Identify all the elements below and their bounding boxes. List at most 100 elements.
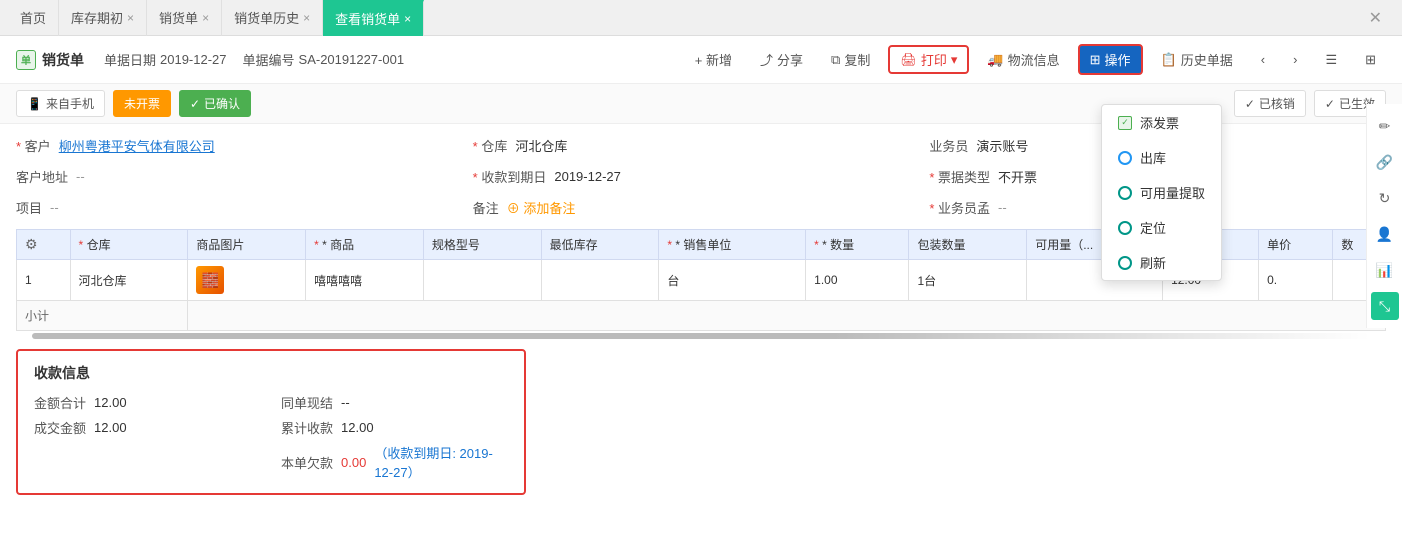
product-thumbnail: 🧱 xyxy=(196,266,224,294)
sidebar-data-icon[interactable]: 📊 xyxy=(1371,256,1399,284)
dropdown-refresh[interactable]: 刷新 xyxy=(1102,245,1221,280)
tab-inventory-label: 库存期初 xyxy=(71,8,123,27)
tab-sales-history-close[interactable]: × xyxy=(303,11,310,25)
window-close-button[interactable]: ✕ xyxy=(1357,8,1394,28)
col-spec: 规格型号 xyxy=(423,230,541,260)
confirm-button-label: 已确认 xyxy=(204,95,240,112)
warehouse-value: 河北仓库 xyxy=(515,136,567,155)
phone-icon: 📱 xyxy=(27,97,42,111)
copy-button-label: 复制 xyxy=(844,50,870,69)
col-settings[interactable]: ⚙ xyxy=(17,230,71,260)
sidebar-edit-icon[interactable]: ✏ xyxy=(1371,112,1399,140)
customer-label: 客户 xyxy=(16,136,51,155)
refresh-label: 刷新 xyxy=(1140,253,1166,272)
address-label: 客户地址 xyxy=(16,167,68,186)
sidebar-user-icon[interactable]: 👤 xyxy=(1371,220,1399,248)
invoice-status-button[interactable]: 未开票 xyxy=(113,90,171,117)
dropdown-quantity-fetch[interactable]: 可用量提取 xyxy=(1102,175,1221,210)
tab-home[interactable]: 首页 xyxy=(8,0,59,36)
dropdown-locate[interactable]: 定位 xyxy=(1102,210,1221,245)
settings-icon[interactable]: ⚙ xyxy=(25,236,38,252)
ops-button[interactable]: ⊞ 操作 xyxy=(1078,44,1143,75)
nav-prev-button[interactable]: ‹ xyxy=(1251,48,1275,71)
view-grid-button[interactable]: ⊞ xyxy=(1355,48,1386,72)
add-note-button[interactable]: ⊕ 添加备注 xyxy=(507,198,576,217)
nav-next-button[interactable]: › xyxy=(1283,48,1307,71)
settle-value: -- xyxy=(341,395,350,410)
tab-sales-history[interactable]: 销货单历史 × xyxy=(222,0,323,36)
history-icon: 📋 xyxy=(1161,52,1177,68)
payment-cumulative: 累计收款 12.00 xyxy=(281,418,508,437)
history-button-label: 历史单据 xyxy=(1181,50,1233,69)
right-sidebar: ✏ 🔗 ↻ 👤 📊 ⤡ xyxy=(1366,104,1402,328)
doc-number-label: 单据编号 SA-20191227-001 xyxy=(243,50,405,69)
cumulative-value: 12.00 xyxy=(341,420,374,435)
add-invoice-icon: ✓ xyxy=(1118,116,1132,130)
tab-inventory[interactable]: 库存期初 × xyxy=(59,0,147,36)
col-qty: * 数量 xyxy=(806,230,909,260)
cumulative-label: 累计收款 xyxy=(281,418,333,437)
view-list-button[interactable]: ☰ xyxy=(1315,48,1347,72)
sold-icon: ✓ xyxy=(1245,97,1255,111)
dropdown-add-invoice[interactable]: ✓ 添发票 xyxy=(1102,105,1221,140)
row-min-stock xyxy=(541,260,659,301)
copy-icon: ⧉ xyxy=(831,52,840,68)
subtotal-label: 小计 xyxy=(17,301,188,331)
share-icon: ⤴ xyxy=(760,50,773,69)
sidebar-refresh-icon[interactable]: ↻ xyxy=(1371,184,1399,212)
sales-staff-label: 业务员孟 xyxy=(929,198,990,217)
payment-grid: 金额合计 12.00 同单现结 -- 成交金额 12.00 累计收款 12.00… xyxy=(34,393,508,481)
payment-amount: 金额合计 12.00 xyxy=(34,393,261,412)
print-button-label: 打印 xyxy=(921,50,947,69)
tab-sales-close[interactable]: × xyxy=(202,11,209,25)
dropdown-warehouse-out[interactable]: 出库 xyxy=(1102,140,1221,175)
payment-due: 本单欠款 0.00 （收款到期日: 2019-12-27） xyxy=(281,443,508,481)
row-index: 1 xyxy=(17,260,71,301)
subtotal-row: 小计 xyxy=(17,301,1386,331)
tab-inventory-close[interactable]: × xyxy=(127,11,134,25)
payment-title: 收款信息 xyxy=(34,363,508,383)
due-note: （收款到期日: 2019-12-27） xyxy=(374,443,508,481)
print-button-wrapper: 🖨 打印 ▾ xyxy=(888,45,969,74)
tab-bar: 首页 库存期初 × 销货单 × 销货单历史 × 查看销货单 × ✕ xyxy=(0,0,1402,36)
quantity-fetch-label: 可用量提取 xyxy=(1140,183,1205,202)
confirm-button[interactable]: ✓ 已确认 xyxy=(179,90,251,117)
quantity-fetch-icon xyxy=(1118,186,1132,200)
address-value: -- xyxy=(76,169,85,184)
col-min-stock: 最低库存 xyxy=(541,230,659,260)
note-label: 备注 xyxy=(473,198,499,217)
sold-button-label: 已核销 xyxy=(1259,95,1295,112)
new-button-label: + 新增 xyxy=(695,50,732,69)
sidebar-expand-icon[interactable]: ⤡ xyxy=(1371,292,1399,320)
confirm-icon: ✓ xyxy=(190,97,200,111)
field-project: 项目 -- xyxy=(16,198,473,217)
doc-date-label: 单据日期 2019-12-27 xyxy=(104,50,227,69)
tab-view-sales[interactable]: 查看销货单 × xyxy=(323,0,424,36)
copy-button[interactable]: ⧉ 复制 xyxy=(821,46,880,73)
tab-view-sales-label: 查看销货单 xyxy=(335,9,400,28)
share-button[interactable]: ⤴ 分享 xyxy=(750,46,813,73)
logistics-button[interactable]: 🚚 物流信息 xyxy=(977,46,1069,73)
col-unit: * 销售单位 xyxy=(659,230,806,260)
customer-value[interactable]: 柳州粤港平安气体有限公司 xyxy=(59,136,215,155)
phone-button[interactable]: 📱 来自手机 xyxy=(16,90,105,117)
print-button[interactable]: 🖨 打印 ▾ xyxy=(888,45,969,74)
doc-type-icon: 单 xyxy=(16,50,36,70)
sidebar-link-icon[interactable]: 🔗 xyxy=(1371,148,1399,176)
field-address: 客户地址 -- xyxy=(16,167,473,186)
history-button[interactable]: 📋 历史单据 xyxy=(1151,46,1243,73)
locate-icon xyxy=(1118,221,1132,235)
tab-sales[interactable]: 销货单 × xyxy=(147,0,222,36)
doc-header: 单 销货单 单据日期 2019-12-27 单据编号 SA-20191227-0… xyxy=(0,36,1402,84)
row-warehouse: 河北仓库 xyxy=(70,260,188,301)
new-button[interactable]: + 新增 xyxy=(685,46,742,73)
doc-title: 单 销货单 xyxy=(16,50,84,70)
doc-meta: 单据日期 2019-12-27 单据编号 SA-20191227-001 xyxy=(104,50,404,69)
transaction-label: 成交金额 xyxy=(34,418,86,437)
sold-button[interactable]: ✓ 已核销 xyxy=(1234,90,1306,117)
settle-label: 同单现结 xyxy=(281,393,333,412)
tab-view-sales-close[interactable]: × xyxy=(404,12,411,26)
payment-date-label: 收款到期日 xyxy=(473,167,547,186)
transaction-value: 12.00 xyxy=(94,420,127,435)
col-warehouse: 仓库 xyxy=(70,230,188,260)
